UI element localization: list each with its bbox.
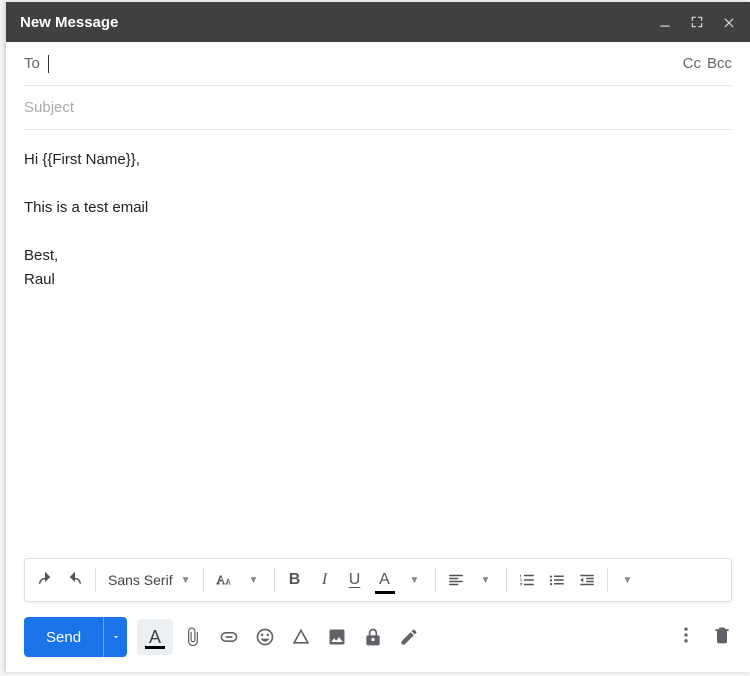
confidential-mode-icon[interactable] bbox=[363, 627, 383, 647]
message-body[interactable]: Hi {{First Name}}, This is a test email … bbox=[6, 130, 750, 558]
text-color-icon[interactable]: A bbox=[371, 565, 399, 595]
chevron-down-icon: ▼ bbox=[181, 575, 191, 586]
text-color-bar bbox=[375, 591, 395, 594]
minimize-icon[interactable] bbox=[658, 15, 672, 29]
bottom-toolbar: Send A bbox=[6, 612, 750, 672]
font-size-dropdown[interactable]: ▼ bbox=[240, 565, 268, 595]
formatting-toolbar: Sans Serif ▼ ▼ B I U A ▼ ▼ ▼ bbox=[24, 558, 732, 602]
font-family-label: Sans Serif bbox=[108, 572, 173, 588]
compose-window: New Message To Cc Bcc Hi {{First Name}},… bbox=[6, 2, 750, 672]
text-color-dropdown[interactable]: ▼ bbox=[401, 565, 429, 595]
insert-emoji-icon[interactable] bbox=[255, 627, 275, 647]
outdent-icon[interactable] bbox=[573, 565, 601, 595]
close-icon[interactable] bbox=[722, 15, 736, 29]
send-button[interactable]: Send bbox=[24, 617, 103, 657]
titlebar: New Message bbox=[6, 2, 750, 42]
send-group: Send bbox=[24, 617, 127, 657]
font-family-select[interactable]: Sans Serif ▼ bbox=[102, 565, 197, 595]
bold-icon[interactable]: B bbox=[281, 565, 309, 595]
to-row: To Cc Bcc bbox=[24, 42, 732, 86]
text-styling-button[interactable]: A bbox=[137, 619, 173, 655]
window-controls bbox=[658, 15, 736, 29]
undo-icon[interactable] bbox=[31, 565, 59, 595]
underline-icon[interactable]: U bbox=[341, 565, 369, 595]
align-dropdown[interactable]: ▼ bbox=[472, 565, 500, 595]
more-options-icon[interactable] bbox=[676, 625, 696, 650]
subject-input[interactable] bbox=[24, 95, 732, 120]
font-size-icon[interactable] bbox=[210, 565, 238, 595]
insert-link-icon[interactable] bbox=[219, 627, 239, 647]
redo-icon[interactable] bbox=[61, 565, 89, 595]
compose-right-icons bbox=[676, 625, 732, 650]
to-label: To bbox=[24, 55, 40, 72]
bcc-button[interactable]: Bcc bbox=[707, 55, 732, 72]
insert-signature-icon[interactable] bbox=[399, 627, 419, 647]
discard-draft-icon[interactable] bbox=[712, 625, 732, 650]
compose-action-icons bbox=[183, 627, 419, 647]
cc-bcc-group: Cc Bcc bbox=[683, 55, 732, 72]
align-icon[interactable] bbox=[442, 565, 470, 595]
to-input[interactable] bbox=[49, 51, 683, 76]
bulleted-list-icon[interactable] bbox=[543, 565, 571, 595]
insert-photo-icon[interactable] bbox=[327, 627, 347, 647]
attach-file-icon[interactable] bbox=[183, 627, 203, 647]
window-title: New Message bbox=[20, 14, 658, 31]
subject-row bbox=[24, 86, 732, 130]
fullscreen-icon[interactable] bbox=[690, 15, 704, 29]
italic-icon[interactable]: I bbox=[311, 565, 339, 595]
text-style-bar bbox=[145, 646, 165, 649]
cc-button[interactable]: Cc bbox=[683, 55, 701, 72]
send-options-dropdown[interactable] bbox=[103, 617, 127, 657]
more-formatting-dropdown[interactable]: ▼ bbox=[614, 565, 642, 595]
insert-drive-icon[interactable] bbox=[291, 627, 311, 647]
numbered-list-icon[interactable] bbox=[513, 565, 541, 595]
